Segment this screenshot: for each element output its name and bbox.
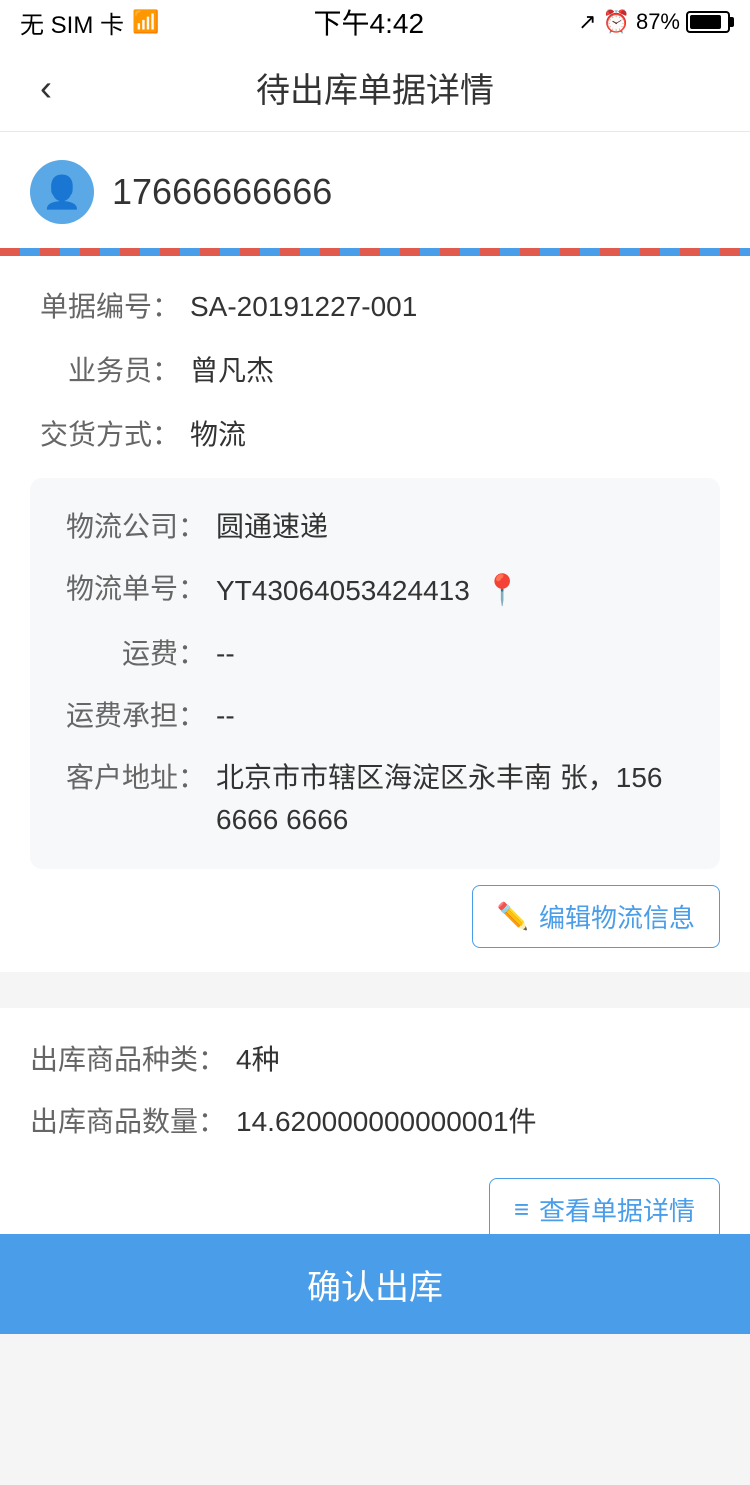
doc-number-value: SA-20191227-001 [190,286,720,328]
goods-quantity-value: 14.620000000000001件 [236,1100,537,1140]
goods-type-label: 出库商品种类： [30,1038,236,1078]
delivery-method-row: 交货方式： 物流 [30,414,720,456]
view-detail-label: 查看单据详情 [539,1191,695,1228]
freight-bearer-value: -- [216,695,694,737]
logistics-company-row: 物流公司： 圆通速递 [56,506,694,548]
tracking-value: YT43064053424413 📍 [216,568,694,613]
freight-label: 运费： [56,633,216,675]
view-detail-button[interactable]: ≡ 查看单据详情 [489,1178,720,1241]
sales-person-row: 业务员： 曾凡杰 [30,350,720,392]
goods-quantity-label: 出库商品数量： [30,1100,236,1140]
carrier-text: 无 SIM 卡 [20,5,124,40]
status-time: 下午4:42 [314,2,425,42]
location-icon[interactable]: 📍 [484,568,521,613]
edit-icon: ✏️ [497,901,529,932]
confirm-bar: 确认出库 [0,1234,750,1334]
battery-indicator [686,11,730,33]
logistics-company-value: 圆通速递 [216,506,694,548]
back-button[interactable]: ‹ [30,57,62,119]
section-divider [0,992,750,1008]
delivery-method-label: 交货方式： [30,414,190,456]
goods-type-value: 4种 [236,1038,280,1078]
battery-text: 87% [636,9,680,35]
dashed-divider [0,248,750,256]
customer-phone: 17666666666 [112,171,332,213]
tracking-number: YT43064053424413 [216,570,470,612]
avatar-icon: 👤 [42,173,82,211]
address-value: 北京市市辖区海淀区永丰南 张，156 6666 6666 [216,757,694,841]
status-right: ↗ ⏰ 87% [578,9,730,35]
view-detail-icon: ≡ [514,1194,529,1225]
delivery-method-value: 物流 [190,414,720,456]
sales-person-value: 曾凡杰 [190,350,720,392]
alarm-icon: ⏰ [603,9,630,35]
confirm-button[interactable]: 确认出库 [307,1260,443,1309]
tracking-label: 物流单号： [56,568,216,610]
document-info-section: 单据编号： SA-20191227-001 业务员： 曾凡杰 交货方式： 物流 … [0,256,750,972]
doc-number-row: 单据编号： SA-20191227-001 [30,286,720,328]
doc-number-label: 单据编号： [30,286,190,328]
address-row: 客户地址： 北京市市辖区海淀区永丰南 张，156 6666 6666 [56,757,694,841]
nav-bar: ‹ 待出库单据详情 [0,44,750,132]
edit-logistics-button[interactable]: ✏️ 编辑物流信息 [472,885,720,948]
customer-header: 👤 17666666666 [0,132,750,248]
tracking-row: 物流单号： YT43064053424413 📍 [56,568,694,613]
wifi-icon: 📶 [132,9,159,35]
freight-bearer-label: 运费承担： [56,695,216,737]
status-bar: 无 SIM 卡 📶 下午4:42 ↗ ⏰ 87% [0,0,750,44]
location-status-icon: ↗ [578,9,596,35]
goods-quantity-row: 出库商品数量： 14.620000000000001件 [30,1100,720,1140]
status-left: 无 SIM 卡 📶 [20,5,159,40]
edit-btn-wrapper: ✏️ 编辑物流信息 [30,869,720,952]
logistics-card: 物流公司： 圆通速递 物流单号： YT43064053424413 📍 运费： … [30,478,720,869]
address-label: 客户地址： [56,757,216,799]
sales-person-label: 业务员： [30,350,190,392]
goods-section: 出库商品种类： 4种 出库商品数量： 14.620000000000001件 ≡… [0,1008,750,1265]
view-detail-btn-wrapper: ≡ 查看单据详情 [30,1162,720,1245]
page-title: 待出库单据详情 [256,63,494,112]
edit-logistics-label: 编辑物流信息 [539,898,695,935]
goods-type-row: 出库商品种类： 4种 [30,1038,720,1078]
freight-row: 运费： -- [56,633,694,675]
logistics-company-label: 物流公司： [56,506,216,548]
avatar: 👤 [30,160,94,224]
freight-bearer-row: 运费承担： -- [56,695,694,737]
freight-value: -- [216,633,694,675]
